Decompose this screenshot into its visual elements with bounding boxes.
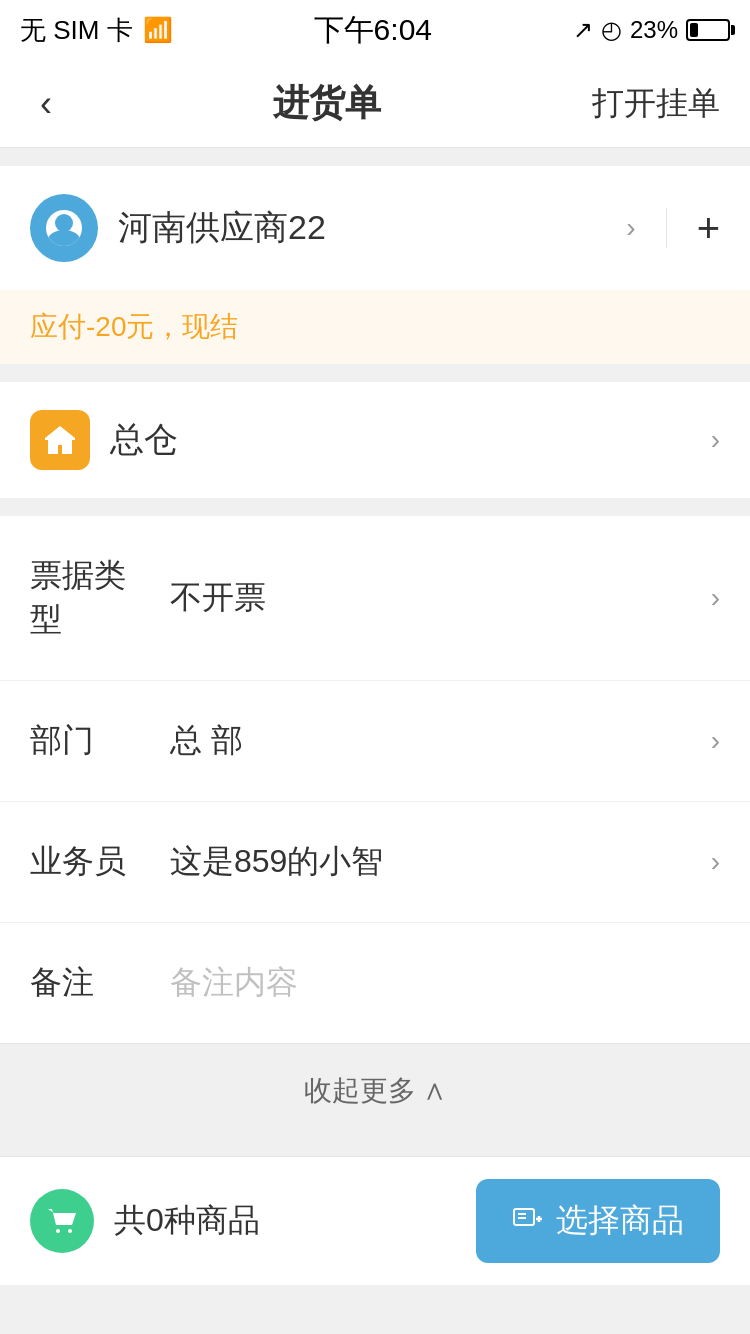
status-time: 下午6:04 xyxy=(314,10,432,51)
collapse-label: 收起更多 ∧ xyxy=(304,1072,447,1110)
collapse-section[interactable]: 收起更多 ∧ xyxy=(0,1043,750,1138)
notice-banner: 应付-20元，现结 xyxy=(0,290,750,364)
open-pending-button[interactable]: 打开挂单 xyxy=(592,82,720,126)
section-divider-1 xyxy=(0,148,750,166)
avatar-person-icon xyxy=(46,210,82,246)
salesperson-chevron-icon: › xyxy=(711,846,720,878)
location-icon: ↗ xyxy=(573,16,593,44)
warehouse-chevron-icon: › xyxy=(711,424,720,456)
remark-input[interactable]: 备注内容 xyxy=(150,961,720,1005)
department-label: 部门 xyxy=(30,719,150,763)
department-row[interactable]: 部门 总 部 › xyxy=(0,680,750,801)
status-right: ↗ ◴ 23% xyxy=(573,16,730,44)
vertical-divider xyxy=(666,208,667,248)
warehouse-row[interactable]: 总仓 › xyxy=(0,382,750,498)
bottom-bar: 共0种商品 选择商品 xyxy=(0,1156,750,1285)
salesperson-value: 这是859的小智 xyxy=(150,840,711,884)
form-section: 票据类型 不开票 › 部门 总 部 › 业务员 这是859的小智 › 备注 备注… xyxy=(0,516,750,1138)
supplier-row[interactable]: 河南供应商22 › + xyxy=(0,166,750,290)
department-value: 总 部 xyxy=(150,719,711,763)
salesperson-row[interactable]: 业务员 这是859的小智 › xyxy=(0,801,750,922)
select-product-button[interactable]: 选择商品 xyxy=(476,1179,720,1263)
alarm-icon: ◴ xyxy=(601,16,622,44)
status-bar: 无 SIM 卡 📶 下午6:04 ↗ ◴ 23% xyxy=(0,0,750,60)
salesperson-label: 业务员 xyxy=(30,840,150,884)
house-icon xyxy=(42,422,78,458)
select-product-icon xyxy=(512,1205,544,1237)
select-product-label: 选择商品 xyxy=(556,1199,684,1243)
supplier-chevron-icon: › xyxy=(626,212,635,244)
status-left: 无 SIM 卡 📶 xyxy=(20,13,173,48)
battery-icon xyxy=(686,19,730,41)
wifi-icon: 📶 xyxy=(143,16,173,44)
invoice-type-row[interactable]: 票据类型 不开票 › xyxy=(0,516,750,680)
nav-bar: ‹ 进货单 打开挂单 xyxy=(0,60,750,148)
invoice-type-label: 票据类型 xyxy=(30,554,150,642)
section-divider-2 xyxy=(0,364,750,382)
department-chevron-icon: › xyxy=(711,725,720,757)
supplier-name: 河南供应商22 xyxy=(118,205,626,251)
add-supplier-button[interactable]: + xyxy=(697,206,720,251)
carrier-text: 无 SIM 卡 xyxy=(20,13,133,48)
product-count-text: 共0种商品 xyxy=(114,1199,476,1243)
back-button[interactable]: ‹ xyxy=(30,73,62,135)
warehouse-name: 总仓 xyxy=(110,417,711,463)
warehouse-icon xyxy=(30,410,90,470)
svg-point-1 xyxy=(68,1229,72,1233)
supplier-section: 河南供应商22 › + 应付-20元，现结 xyxy=(0,166,750,364)
invoice-type-value: 不开票 xyxy=(150,576,711,620)
page-title: 进货单 xyxy=(273,79,381,128)
supplier-avatar xyxy=(30,194,98,262)
remark-row[interactable]: 备注 备注内容 xyxy=(0,922,750,1043)
supplier-right: › + xyxy=(626,206,720,251)
remark-label: 备注 xyxy=(30,961,150,1005)
invoice-type-chevron-icon: › xyxy=(711,582,720,614)
product-icon xyxy=(30,1189,94,1253)
battery-percent: 23% xyxy=(630,16,678,44)
notice-text: 应付-20元，现结 xyxy=(30,311,238,342)
svg-point-0 xyxy=(56,1229,60,1233)
warehouse-section: 总仓 › xyxy=(0,382,750,498)
cart-icon xyxy=(44,1203,80,1239)
section-divider-3 xyxy=(0,498,750,516)
